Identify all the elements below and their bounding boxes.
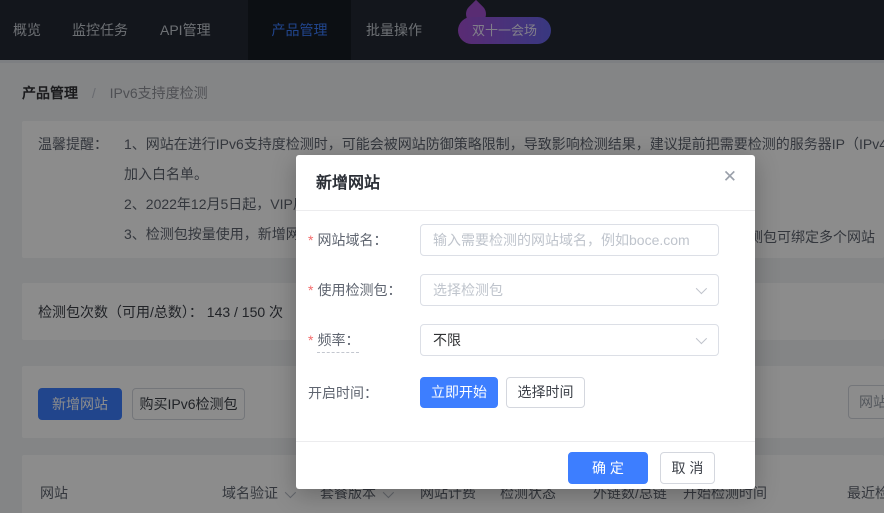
pick-time-button[interactable]: 选择时间	[506, 377, 585, 408]
start-time-field-label: 开启时间：	[308, 385, 378, 401]
chevron-down-icon	[695, 332, 708, 345]
confirm-button[interactable]: 确 定	[568, 452, 648, 484]
modal-footer-divider	[296, 441, 755, 442]
cancel-button[interactable]: 取 消	[660, 452, 715, 484]
chevron-down-icon	[695, 282, 708, 295]
package-select-placeholder: 选择检测包	[433, 282, 503, 298]
frequency-select-value: 不限	[433, 332, 461, 348]
start-now-button[interactable]: 立即开始	[420, 377, 498, 408]
modal-header-divider	[296, 210, 755, 211]
domain-input[interactable]	[420, 224, 719, 256]
package-field-label: * 使用检测包：	[308, 282, 402, 298]
frequency-select[interactable]: 不限	[420, 324, 719, 356]
required-mark: *	[308, 282, 314, 298]
add-website-modal: 新增网站 ✕ *网站域名： *使用检测包： 选择检测包 *频率： 不限 开启时间…	[296, 155, 755, 489]
app-window: 概览 监控任务 API管理 产品管理 批量操作 双十一会场 产品管理 / IPv…	[0, 0, 884, 513]
modal-title: 新增网站	[316, 175, 381, 192]
domain-field-label: * 网站域名：	[308, 232, 388, 248]
required-mark: *	[308, 232, 314, 248]
package-select[interactable]: 选择检测包	[420, 274, 719, 306]
required-mark: *	[308, 332, 314, 348]
close-icon[interactable]: ✕	[723, 167, 737, 187]
frequency-field-label: * 频率：	[308, 324, 360, 356]
